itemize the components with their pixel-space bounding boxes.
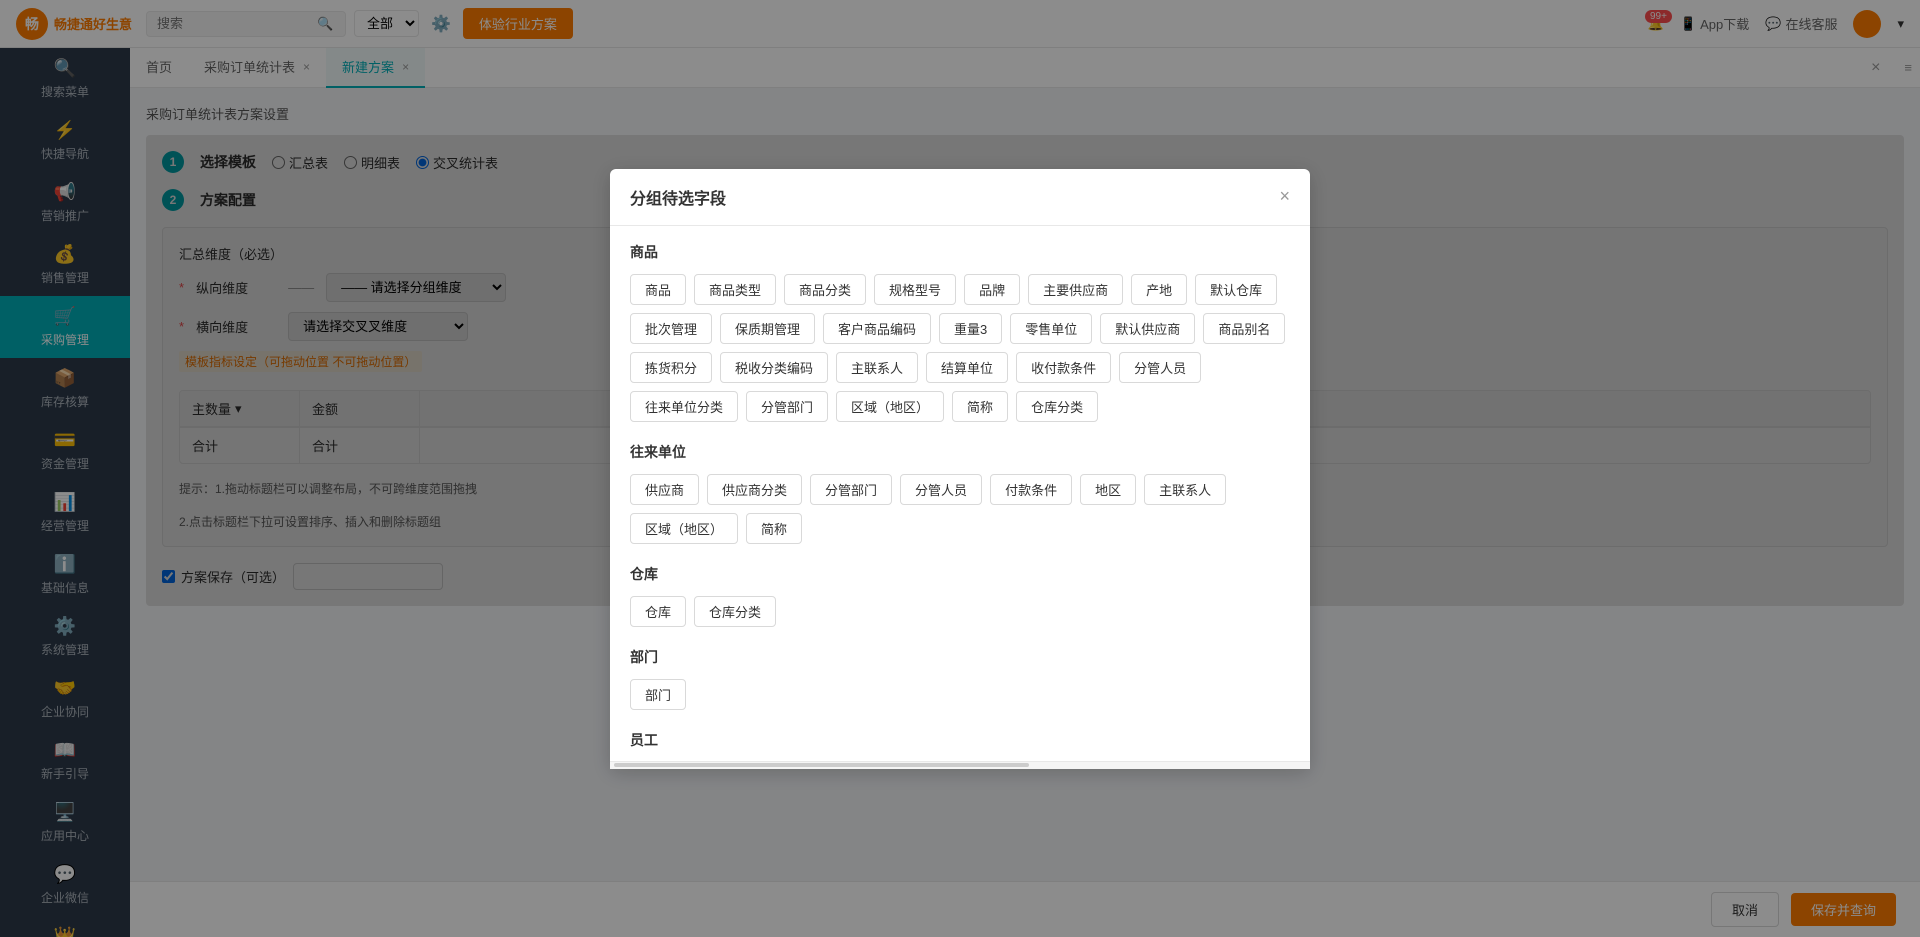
field-tag[interactable]: 往来单位分类 bbox=[630, 391, 738, 422]
field-tag[interactable]: 产地 bbox=[1131, 274, 1187, 305]
field-tag[interactable]: 分管部门 bbox=[810, 474, 892, 505]
field-tag[interactable]: 批次管理 bbox=[630, 313, 712, 344]
field-tag[interactable]: 地区 bbox=[1080, 474, 1136, 505]
field-tag[interactable]: 税收分类编码 bbox=[720, 352, 828, 383]
field-group-title: 员工 bbox=[630, 730, 1290, 750]
field-tag[interactable]: 默认仓库 bbox=[1195, 274, 1277, 305]
field-tag[interactable]: 商品别名 bbox=[1203, 313, 1285, 344]
field-tag[interactable]: 分管部门 bbox=[746, 391, 828, 422]
modal-close-button[interactable]: × bbox=[1279, 186, 1290, 207]
field-tag[interactable]: 仓库分类 bbox=[694, 596, 776, 627]
field-group-title: 部门 bbox=[630, 647, 1290, 667]
field-tags: 仓库仓库分类 bbox=[630, 596, 1290, 627]
modal-overlay: 分组待选字段 × 商品商品商品类型商品分类规格型号品牌主要供应商产地默认仓库批次… bbox=[0, 0, 1920, 937]
field-tag[interactable]: 品牌 bbox=[964, 274, 1020, 305]
field-tag[interactable]: 商品类型 bbox=[694, 274, 776, 305]
field-group-title: 往来单位 bbox=[630, 442, 1290, 462]
field-group-商品: 商品商品商品类型商品分类规格型号品牌主要供应商产地默认仓库批次管理保质期管理客户… bbox=[630, 242, 1290, 422]
field-group-部门: 部门部门 bbox=[630, 647, 1290, 710]
field-tag[interactable]: 供应商 bbox=[630, 474, 699, 505]
field-tag[interactable]: 零售单位 bbox=[1010, 313, 1092, 344]
field-tag[interactable]: 部门 bbox=[630, 679, 686, 710]
field-tag[interactable]: 区域（地区） bbox=[836, 391, 944, 422]
field-tags: 商品商品类型商品分类规格型号品牌主要供应商产地默认仓库批次管理保质期管理客户商品… bbox=[630, 274, 1290, 422]
field-group-仓库: 仓库仓库仓库分类 bbox=[630, 564, 1290, 627]
field-tag[interactable]: 主联系人 bbox=[836, 352, 918, 383]
field-group-员工: 员工业务员 bbox=[630, 730, 1290, 761]
field-tag[interactable]: 商品分类 bbox=[784, 274, 866, 305]
field-tag[interactable]: 仓库分类 bbox=[1016, 391, 1098, 422]
modal-title: 分组待选字段 bbox=[630, 185, 726, 209]
field-tag[interactable]: 主要供应商 bbox=[1028, 274, 1123, 305]
field-group-往来单位: 往来单位供应商供应商分类分管部门分管人员付款条件地区主联系人区域（地区） 简称 bbox=[630, 442, 1290, 544]
field-tag[interactable]: 简称 bbox=[746, 513, 802, 544]
modal-body: 商品商品商品类型商品分类规格型号品牌主要供应商产地默认仓库批次管理保质期管理客户… bbox=[610, 226, 1310, 761]
field-tag[interactable]: 分管人员 bbox=[1119, 352, 1201, 383]
field-tag[interactable]: 商品 bbox=[630, 274, 686, 305]
field-tag[interactable]: 供应商分类 bbox=[707, 474, 802, 505]
field-tag[interactable]: 默认供应商 bbox=[1100, 313, 1195, 344]
modal-horizontal-scrollbar[interactable] bbox=[610, 761, 1310, 769]
field-tag[interactable]: 客户商品编码 bbox=[823, 313, 931, 344]
field-tag[interactable]: 分管人员 bbox=[900, 474, 982, 505]
field-tag[interactable]: 收付款条件 bbox=[1016, 352, 1111, 383]
field-tag[interactable]: 区域（地区） bbox=[630, 513, 738, 544]
field-tag[interactable]: 拣货积分 bbox=[630, 352, 712, 383]
field-select-modal: 分组待选字段 × 商品商品商品类型商品分类规格型号品牌主要供应商产地默认仓库批次… bbox=[610, 169, 1310, 769]
field-tags: 部门 bbox=[630, 679, 1290, 710]
field-tag[interactable]: 保质期管理 bbox=[720, 313, 815, 344]
field-tag[interactable]: 重量3 bbox=[939, 313, 1002, 344]
field-tag[interactable]: 简称 bbox=[952, 391, 1008, 422]
field-group-title: 仓库 bbox=[630, 564, 1290, 584]
field-tag[interactable]: 结算单位 bbox=[926, 352, 1008, 383]
field-tag[interactable]: 规格型号 bbox=[874, 274, 956, 305]
modal-header: 分组待选字段 × bbox=[610, 169, 1310, 226]
field-tag[interactable]: 主联系人 bbox=[1144, 474, 1226, 505]
field-tags: 供应商供应商分类分管部门分管人员付款条件地区主联系人区域（地区） 简称 bbox=[630, 474, 1290, 544]
field-tag[interactable]: 付款条件 bbox=[990, 474, 1072, 505]
field-tag[interactable]: 仓库 bbox=[630, 596, 686, 627]
modal-hscroll-bar bbox=[614, 763, 1029, 767]
field-group-title: 商品 bbox=[630, 242, 1290, 262]
